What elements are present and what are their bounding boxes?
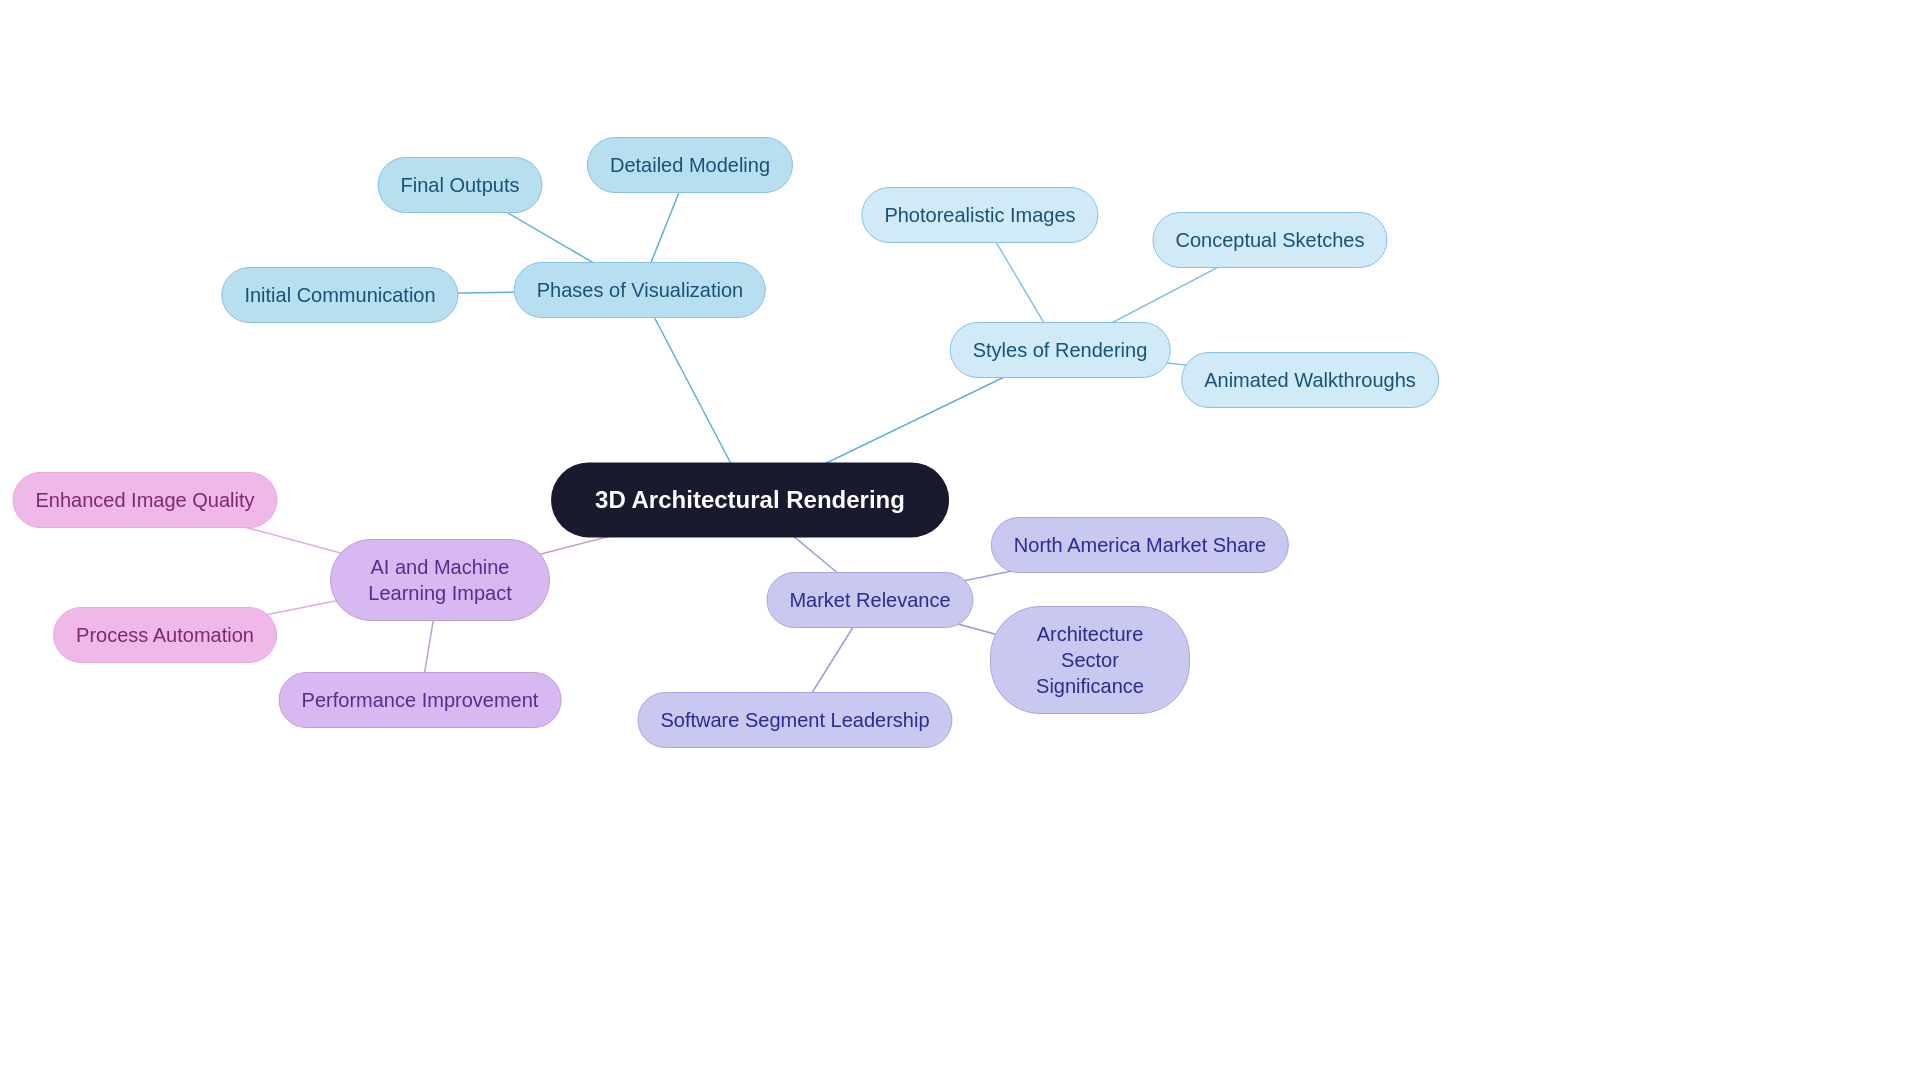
final-outputs-node: Final Outputs xyxy=(378,157,543,213)
enhanced-image-node: Enhanced Image Quality xyxy=(12,472,277,528)
photorealistic-node: Photorealistic Images xyxy=(861,187,1098,243)
market-relevance-node: Market Relevance xyxy=(766,572,973,628)
phases-node: Phases of Visualization xyxy=(514,262,766,318)
animated-walkthroughs-node: Animated Walkthroughs xyxy=(1181,352,1439,408)
conceptual-sketches-node: Conceptual Sketches xyxy=(1152,212,1387,268)
ai-impact-node: AI and Machine Learning Impact xyxy=(330,539,550,621)
process-automation-node: Process Automation xyxy=(53,607,277,663)
styles-rendering-node: Styles of Rendering xyxy=(950,322,1171,378)
center-node: 3D Architectural Rendering xyxy=(551,462,949,537)
performance-improvement-node: Performance Improvement xyxy=(279,672,562,728)
architecture-sector-node: Architecture Sector Significance xyxy=(990,606,1190,714)
detailed-modeling-node: Detailed Modeling xyxy=(587,137,793,193)
software-segment-node: Software Segment Leadership xyxy=(637,692,952,748)
initial-communication-node: Initial Communication xyxy=(221,267,458,323)
north-america-node: North America Market Share xyxy=(991,517,1289,573)
